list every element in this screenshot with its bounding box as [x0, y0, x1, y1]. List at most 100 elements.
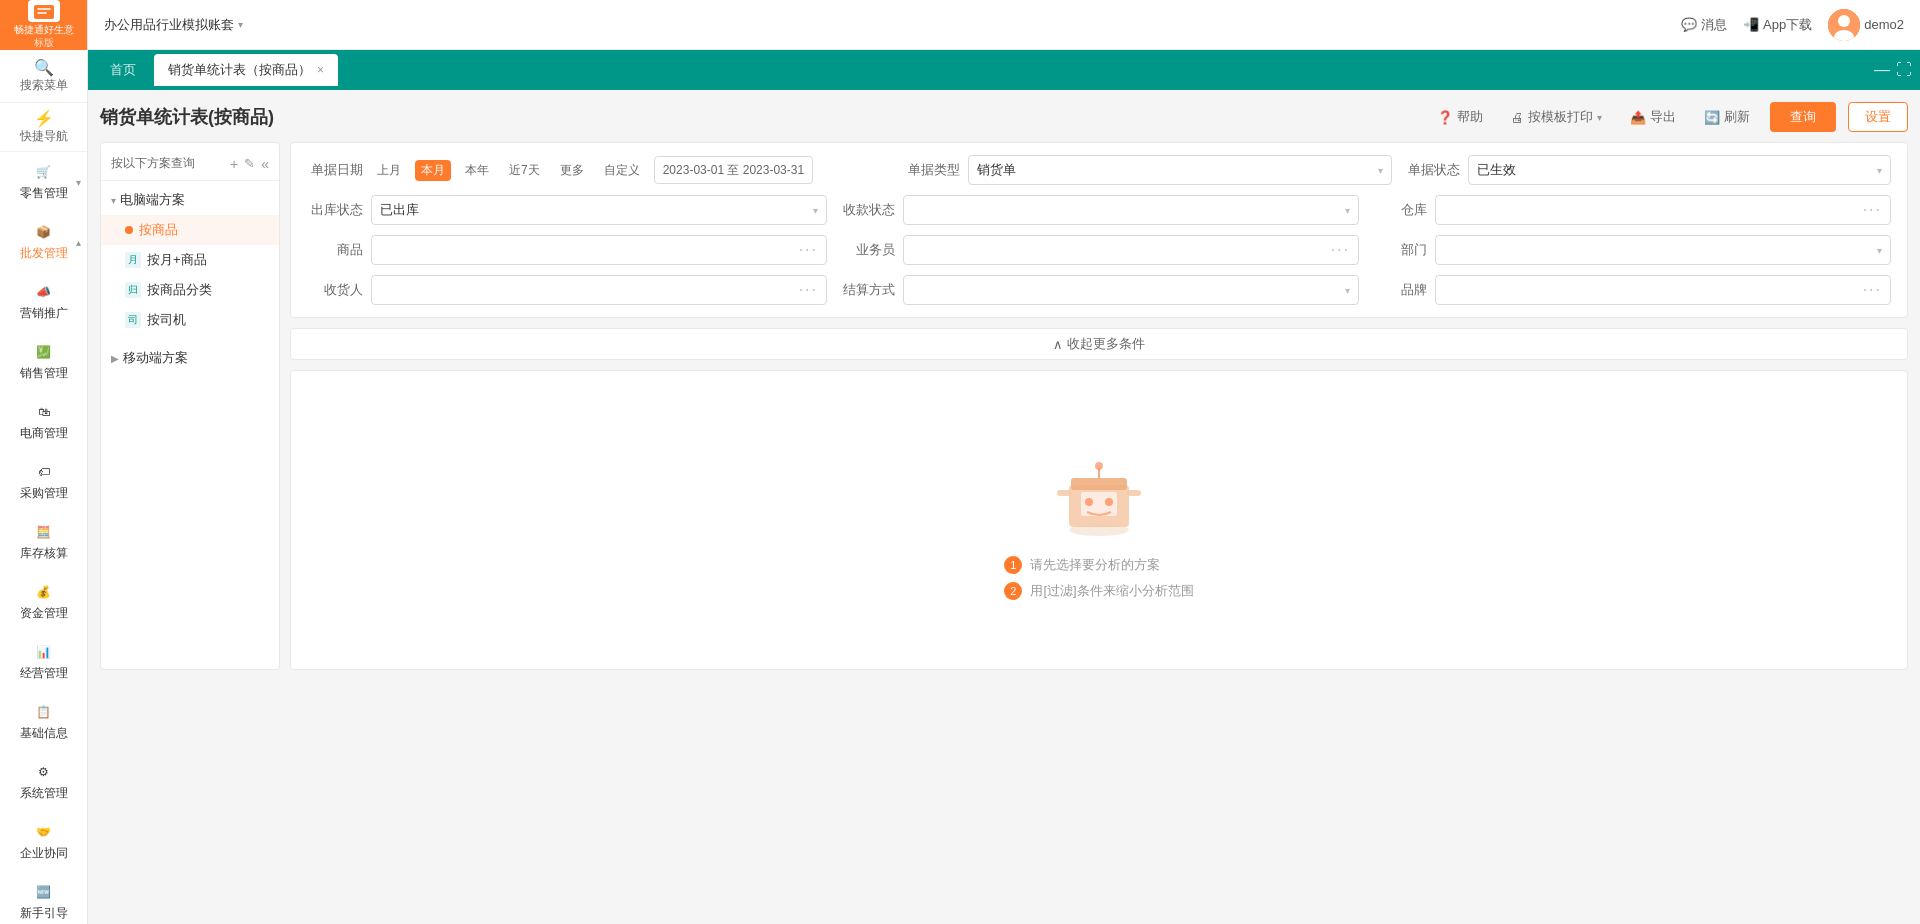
- brand-input[interactable]: ···: [1435, 275, 1891, 305]
- app-logo[interactable]: 畅捷通好生意 标版: [0, 0, 87, 50]
- sidebar-item-retail[interactable]: 🛒 零售管理 ▾: [0, 152, 87, 212]
- topbar: 办公用品行业模拟账套 ▾ 💬 消息 📲 App下载: [88, 0, 1920, 50]
- tabs-bar: 首页 销货单统计表（按商品） × — ⛶: [88, 50, 1920, 90]
- salesperson-label: 业务员: [839, 241, 895, 259]
- sales-icon: 💹: [34, 342, 54, 362]
- date-tab-7days[interactable]: 近7天: [503, 160, 546, 181]
- receipt-status-label: 收款状态: [839, 201, 895, 219]
- user-menu[interactable]: demo2: [1828, 9, 1904, 41]
- query-button[interactable]: 查询: [1770, 102, 1836, 132]
- scheme-add-btn[interactable]: +: [230, 156, 238, 172]
- scheme-collapse-btn[interactable]: «: [261, 156, 269, 172]
- sidebar-item-guide[interactable]: 🆕 新手引导: [0, 872, 87, 924]
- sidebar-item-sales[interactable]: 💹 销售管理: [0, 332, 87, 392]
- scheme-item-by-category[interactable]: 归 按商品分类: [101, 275, 279, 305]
- workspace-selector[interactable]: 办公用品行业模拟账套 ▾: [104, 16, 243, 34]
- filter-row-4: 收货人 ··· 结算方式 ▾: [307, 275, 1891, 305]
- recipient-input[interactable]: ···: [371, 275, 827, 305]
- out-status-value: 已出库: [380, 201, 813, 219]
- sidebar-item-system[interactable]: ⚙ 系统管理: [0, 752, 87, 812]
- app-download-btn[interactable]: 📲 App下载: [1743, 16, 1812, 34]
- settlement-label: 结算方式: [839, 281, 895, 299]
- date-tab-last-month[interactable]: 上月: [371, 160, 407, 181]
- tab-close-btn[interactable]: ×: [317, 63, 324, 77]
- date-tab-this-year[interactable]: 本年: [459, 160, 495, 181]
- receipt-status-input[interactable]: ▾: [903, 195, 1359, 225]
- product-dots: ···: [799, 241, 818, 259]
- svg-point-11: [1095, 462, 1103, 470]
- salesperson-input[interactable]: ···: [903, 235, 1359, 265]
- tab-home-label: 首页: [110, 61, 136, 79]
- settlement-arrow: ▾: [1345, 285, 1350, 296]
- date-filter: 上月 本月 本年 近7天 更多 自定义 2023-03-01 至 2023-03…: [371, 156, 813, 184]
- system-icon: ⚙: [34, 762, 54, 782]
- export-label: 导出: [1650, 108, 1676, 126]
- tab-maximize-btn[interactable]: ⛶: [1896, 61, 1912, 79]
- sidebar-item-purchase[interactable]: 🏷 采购管理: [0, 452, 87, 512]
- sidebar-item-ecommerce[interactable]: 🛍 电商管理: [0, 392, 87, 452]
- export-btn[interactable]: 📤 导出: [1622, 104, 1684, 130]
- doc-type-input[interactable]: 销货单 ▾: [968, 155, 1392, 185]
- product-label: 商品: [307, 241, 363, 259]
- basic-icon: 📋: [34, 702, 54, 722]
- filter-row-2: 出库状态 已出库 ▾ 收款状态 ▾: [307, 195, 1891, 225]
- dept-input[interactable]: ▾: [1435, 235, 1891, 265]
- sidebar-item-wholesale[interactable]: 📦 批发管理 ▴: [0, 212, 87, 272]
- receipt-status-field: 收款状态 ▾: [839, 195, 1359, 225]
- sidebar-item-finance[interactable]: 💰 资金管理: [0, 572, 87, 632]
- scheme-by-cashier-label: 按司机: [147, 311, 186, 329]
- warehouse-field: 仓库 ···: [1371, 195, 1891, 225]
- tabs-actions: — ⛶: [1874, 61, 1912, 79]
- tab-current[interactable]: 销货单统计表（按商品） ×: [154, 54, 338, 86]
- scheme-edit-btn[interactable]: ✎: [244, 156, 255, 172]
- product-input[interactable]: ···: [371, 235, 827, 265]
- scheme-item-by-product[interactable]: 按商品: [101, 215, 279, 245]
- empty-tip-2: 2 用[过滤]条件来缩小分析范围: [1004, 582, 1193, 600]
- export-icon: 📤: [1630, 110, 1646, 125]
- doc-type-label: 单据类型: [904, 161, 960, 179]
- scheme-desktop-arrow: ▾: [111, 195, 116, 206]
- scheme-item-by-cashier[interactable]: 司 按司机: [101, 305, 279, 335]
- settings-button[interactable]: 设置: [1848, 102, 1908, 132]
- message-btn[interactable]: 💬 消息: [1681, 16, 1727, 34]
- scheme-actions: + ✎ «: [230, 156, 269, 172]
- date-tab-custom[interactable]: 自定义: [598, 160, 646, 181]
- refresh-btn[interactable]: 🔄 刷新: [1696, 104, 1758, 130]
- date-tab-more[interactable]: 更多: [554, 160, 590, 181]
- tab-home[interactable]: 首页: [96, 54, 150, 86]
- sidebar-item-enterprise[interactable]: 🤝 企业协同: [0, 812, 87, 872]
- scheme-desktop-group-header[interactable]: ▾ 电脑端方案: [101, 185, 279, 215]
- settlement-input[interactable]: ▾: [903, 275, 1359, 305]
- svg-point-2: [1838, 15, 1850, 27]
- wholesale-icon: 📦: [34, 222, 54, 242]
- scheme-category-icon: 归: [125, 282, 141, 298]
- help-btn[interactable]: ❓ 帮助: [1429, 104, 1491, 130]
- doc-status-input[interactable]: 已生效 ▾: [1468, 155, 1892, 185]
- sidebar-item-operation[interactable]: 📊 经营管理: [0, 632, 87, 692]
- empty-state: 1 请先选择要分析的方案 2 用[过滤]条件来缩小分析范围: [290, 370, 1908, 670]
- warehouse-dots: ···: [1863, 201, 1882, 219]
- brand-label: 品牌: [1371, 281, 1427, 299]
- sidebar-item-marketing[interactable]: 📣 营销推广: [0, 272, 87, 332]
- svg-point-9: [1105, 498, 1113, 506]
- tab-minimize-btn[interactable]: —: [1874, 61, 1890, 79]
- warehouse-input[interactable]: ···: [1435, 195, 1891, 225]
- scheme-mobile-group-header[interactable]: ▶ 移动端方案: [101, 343, 279, 373]
- ecommerce-icon: 🛍: [34, 402, 54, 422]
- scheme-item-by-month-product[interactable]: 月 按月+商品: [101, 245, 279, 275]
- svg-rect-12: [1057, 490, 1071, 496]
- date-range-input[interactable]: 2023-03-01 至 2023-03-31: [654, 156, 813, 184]
- sidebar-item-quick-nav[interactable]: ⚡ 快捷导航: [0, 103, 87, 152]
- sidebar-item-search[interactable]: 🔍 搜索菜单: [0, 50, 87, 103]
- page-header: 销货单统计表(按商品) ❓ 帮助 🖨 按模板打印 📤 导出 🔄 刷新: [100, 102, 1908, 132]
- out-status-input[interactable]: 已出库 ▾: [371, 195, 827, 225]
- main-area: 办公用品行业模拟账套 ▾ 💬 消息 📲 App下载: [88, 0, 1920, 924]
- enterprise-icon: 🤝: [34, 822, 54, 842]
- date-label: 单据日期: [307, 161, 363, 179]
- sidebar-item-inventory[interactable]: 🧮 库存核算: [0, 512, 87, 572]
- sidebar-item-basic[interactable]: 📋 基础信息: [0, 692, 87, 752]
- collapse-bar[interactable]: ∧ 收起更多条件: [290, 328, 1908, 360]
- date-tab-this-month[interactable]: 本月: [415, 160, 451, 181]
- print-btn[interactable]: 🖨 按模板打印: [1503, 104, 1610, 130]
- tip-num-2: 2: [1004, 582, 1022, 600]
